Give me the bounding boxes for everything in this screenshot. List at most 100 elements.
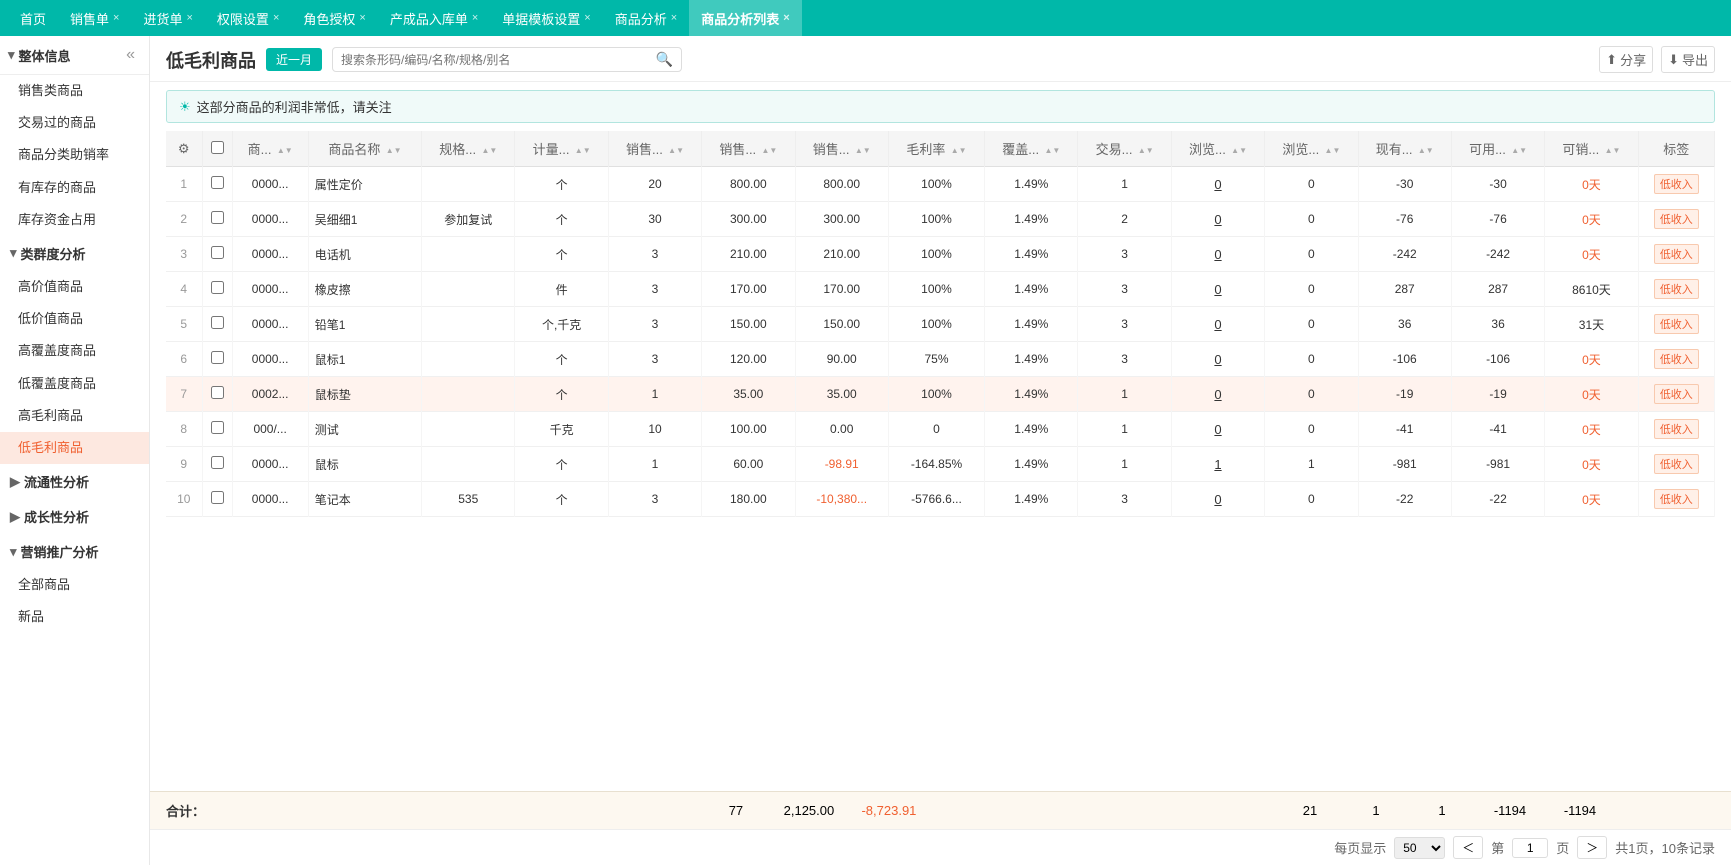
browse1-link[interactable]: 0 <box>1214 177 1221 192</box>
column-current-stock[interactable]: 现有... ▲▼ <box>1358 131 1451 167</box>
sidebar-item-traded-goods[interactable]: 交易过的商品 <box>0 107 149 139</box>
row-select-checkbox[interactable] <box>211 351 224 364</box>
sidebar-item-high-coverage[interactable]: 高覆盖度商品 <box>0 335 149 367</box>
sidebar-item-in-stock[interactable]: 有库存的商品 <box>0 172 149 204</box>
sidebar-item-stock-fund[interactable]: 库存资金占用 <box>0 204 149 236</box>
sort-arrows-code: ▲▼ <box>277 147 293 155</box>
column-trans[interactable]: 交易... ▲▼ <box>1078 131 1171 167</box>
nav-purchase-order[interactable]: 进货单 × <box>131 0 204 36</box>
settings-icon[interactable]: ⚙ <box>178 141 190 156</box>
column-settings[interactable]: ⚙ <box>166 131 202 167</box>
sidebar-item-all-goods[interactable]: 全部商品 <box>0 569 149 601</box>
row-checkbox[interactable] <box>202 377 232 412</box>
nav-template-settings[interactable]: 单据模板设置 × <box>490 0 602 36</box>
nav-close-product-analysis[interactable]: × <box>671 12 677 24</box>
column-browse1[interactable]: 浏览... ▲▼ <box>1171 131 1264 167</box>
time-filter-button[interactable]: 近一月 <box>266 48 322 71</box>
prev-page-button[interactable]: ＜ <box>1453 836 1483 859</box>
nav-home[interactable]: 首页 <box>8 0 58 36</box>
nav-role-auth[interactable]: 角色授权 × <box>291 0 377 36</box>
row-checkbox[interactable] <box>202 202 232 237</box>
row-select-checkbox[interactable] <box>211 316 224 329</box>
row-browse1: 0 <box>1171 307 1264 342</box>
nav-sales-order[interactable]: 销售单 × <box>58 0 131 36</box>
row-select-checkbox[interactable] <box>211 456 224 469</box>
row-select-checkbox[interactable] <box>211 281 224 294</box>
row-sales-qty: 3 <box>608 307 701 342</box>
nav-close-purchase-order[interactable]: × <box>186 12 192 24</box>
column-unit[interactable]: 计量... ▲▼ <box>515 131 608 167</box>
row-unit: 个 <box>515 237 608 272</box>
nav-close-product-analysis-list[interactable]: × <box>783 12 789 24</box>
column-coverage[interactable]: 覆盖... ▲▼ <box>985 131 1078 167</box>
sidebar-group-growth[interactable]: ▶ 成长性分析 <box>0 499 149 534</box>
sidebar-collapse-button[interactable]: « <box>120 42 141 68</box>
row-checkbox[interactable] <box>202 482 232 517</box>
column-sales-price[interactable]: 销售... ▲▼ <box>702 131 795 167</box>
browse1-link[interactable]: 0 <box>1214 212 1221 227</box>
row-checkbox[interactable] <box>202 272 232 307</box>
nav-close-permission-settings[interactable]: × <box>273 12 279 24</box>
search-input[interactable] <box>341 53 656 67</box>
row-select-checkbox[interactable] <box>211 211 224 224</box>
browse1-link[interactable]: 0 <box>1214 352 1221 367</box>
sidebar-item-low-profit[interactable]: 低毛利商品 <box>0 432 149 464</box>
nav-close-role-auth[interactable]: × <box>359 12 365 24</box>
select-all-checkbox[interactable] <box>211 141 224 154</box>
sidebar-item-category-rate[interactable]: 商品分类助销率 <box>0 139 149 171</box>
sidebar-item-new-goods[interactable]: 新品 <box>0 601 149 633</box>
nav-close-sales-order[interactable]: × <box>113 12 119 24</box>
row-checkbox[interactable] <box>202 167 232 202</box>
table-row: 10 0000... 笔记本 535 个 3 180.00 -10,380...… <box>166 482 1715 517</box>
sidebar-item-low-coverage[interactable]: 低覆盖度商品 <box>0 368 149 400</box>
nav-close-template-settings[interactable]: × <box>584 12 590 24</box>
share-button[interactable]: ⬆ 分享 <box>1599 46 1653 73</box>
row-select-checkbox[interactable] <box>211 386 224 399</box>
sidebar-group-cluster[interactable]: ▾ 类群度分析 <box>0 236 149 271</box>
column-available[interactable]: 可用... ▲▼ <box>1451 131 1544 167</box>
nav-product-analysis-list[interactable]: 商品分析列表 × <box>689 0 801 36</box>
row-select-checkbox[interactable] <box>211 421 224 434</box>
row-checkbox[interactable] <box>202 237 232 272</box>
row-checkbox[interactable] <box>202 412 232 447</box>
sidebar-item-sales-goods[interactable]: 销售类商品 <box>0 75 149 107</box>
sidebar-item-high-value[interactable]: 高价值商品 <box>0 271 149 303</box>
sidebar-group-overall[interactable]: ▾ 整体信息 <box>8 46 71 65</box>
column-spec[interactable]: 规格... ▲▼ <box>422 131 515 167</box>
export-button[interactable]: ⬇ 导出 <box>1661 46 1715 73</box>
browse1-link[interactable]: 0 <box>1214 422 1221 437</box>
per-page-select[interactable]: 50 100 200 <box>1394 837 1445 859</box>
browse1-link[interactable]: 0 <box>1214 317 1221 332</box>
column-saleable[interactable]: 可销... ▲▼ <box>1545 131 1638 167</box>
browse1-link[interactable]: 0 <box>1214 492 1221 507</box>
nav-product-storage[interactable]: 产成品入库单 × <box>378 0 490 36</box>
sidebar-group-marketing[interactable]: ▾ 营销推广分析 <box>0 534 149 569</box>
browse1-link[interactable]: 0 <box>1214 247 1221 262</box>
column-sales-qty[interactable]: 销售... ▲▼ <box>608 131 701 167</box>
pagination-bar: 每页显示 50 100 200 ＜ 第 页 ＞ 共1页，10条记录 <box>150 829 1731 865</box>
browse1-link[interactable]: 0 <box>1214 282 1221 297</box>
nav-product-analysis[interactable]: 商品分析 × <box>603 0 689 36</box>
column-name[interactable]: 商品名称 ▲▼ <box>308 131 421 167</box>
sidebar-item-high-profit[interactable]: 高毛利商品 <box>0 400 149 432</box>
search-icon[interactable]: 🔍 <box>656 51 673 68</box>
row-checkbox[interactable] <box>202 307 232 342</box>
browse1-link[interactable]: 0 <box>1214 387 1221 402</box>
sidebar-group-circulation[interactable]: ▶ 流通性分析 <box>0 464 149 499</box>
column-gross-rate[interactable]: 毛利率 ▲▼ <box>888 131 984 167</box>
sidebar-item-low-value[interactable]: 低价值商品 <box>0 303 149 335</box>
column-sales-profit[interactable]: 销售... ▲▼ <box>795 131 888 167</box>
page-input[interactable] <box>1512 838 1548 858</box>
next-page-button[interactable]: ＞ <box>1577 836 1607 859</box>
column-browse2[interactable]: 浏览... ▲▼ <box>1265 131 1358 167</box>
browse1-link[interactable]: 1 <box>1214 457 1221 472</box>
nav-close-product-storage[interactable]: × <box>472 12 478 24</box>
row-checkbox[interactable] <box>202 342 232 377</box>
row-select-checkbox[interactable] <box>211 491 224 504</box>
row-select-checkbox[interactable] <box>211 246 224 259</box>
row-coverage: 1.49% <box>985 377 1078 412</box>
row-select-checkbox[interactable] <box>211 176 224 189</box>
column-code[interactable]: 商... ▲▼ <box>232 131 308 167</box>
nav-permission-settings[interactable]: 权限设置 × <box>205 0 291 36</box>
row-checkbox[interactable] <box>202 447 232 482</box>
